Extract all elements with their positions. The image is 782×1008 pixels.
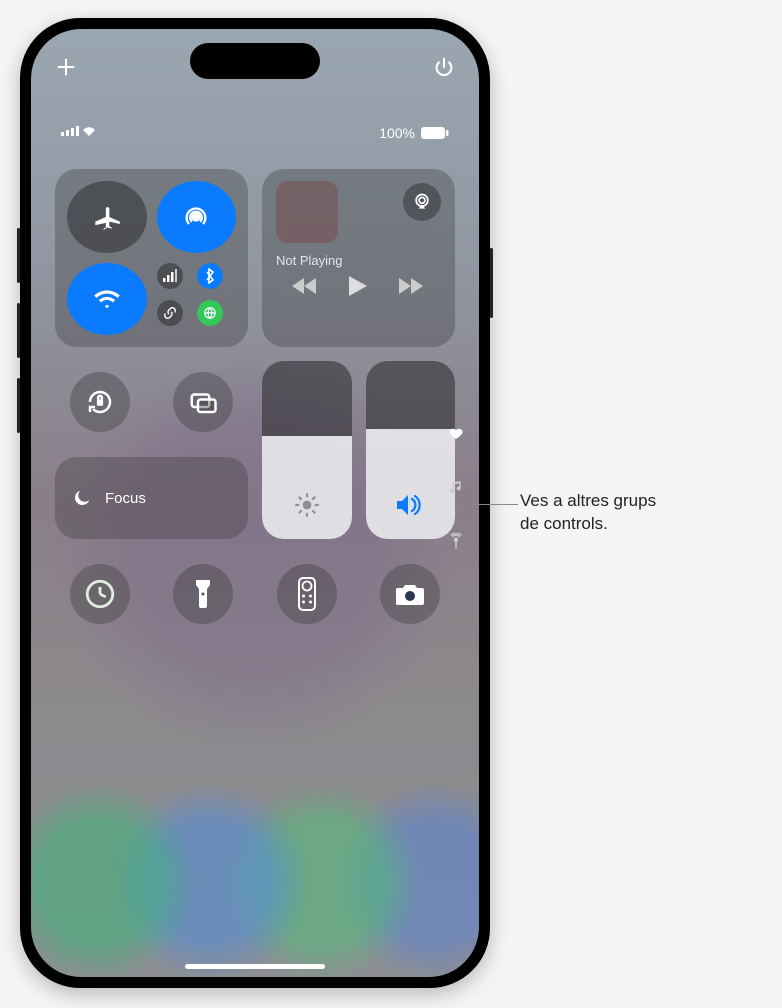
media-panel[interactable]: Not Playing — [262, 169, 455, 347]
wifi-toggle[interactable] — [67, 263, 147, 335]
screen: 100% — [31, 29, 479, 977]
battery-icon — [421, 126, 449, 140]
callout-line1: Ves a altres grups — [520, 491, 656, 510]
previous-track-button[interactable] — [292, 277, 318, 300]
flashlight-icon — [193, 578, 213, 610]
signal-wifi-icons — [61, 124, 115, 141]
volume-slider[interactable] — [366, 361, 456, 539]
brightness-slider[interactable] — [262, 361, 352, 539]
speaker-icon — [395, 492, 425, 523]
play-button[interactable] — [349, 276, 367, 301]
power-button[interactable] — [433, 56, 455, 78]
camera-icon — [394, 581, 426, 607]
backward-icon — [292, 277, 318, 295]
timer-tile[interactable] — [55, 553, 145, 635]
airplay-button[interactable] — [403, 183, 441, 221]
next-track-button[interactable] — [399, 277, 425, 300]
screen-mirroring-tile[interactable] — [159, 361, 249, 443]
iphone-frame: 100% — [20, 18, 490, 988]
airplane-mode-toggle[interactable] — [67, 181, 147, 253]
globe-icon — [203, 306, 217, 320]
brightness-fill — [262, 436, 352, 539]
connectivity-page-icon[interactable] — [447, 533, 465, 556]
satellite-toggle[interactable] — [197, 300, 223, 326]
control-center-grid: Not Playing Focus — [55, 169, 455, 635]
orientation-lock-icon — [85, 387, 115, 417]
focus-label: Focus — [105, 490, 146, 507]
apple-tv-remote-icon — [298, 577, 316, 611]
connectivity-mini-group[interactable] — [157, 263, 237, 335]
camera-tile[interactable] — [366, 553, 456, 635]
apple-tv-remote-tile[interactable] — [262, 553, 352, 635]
callout-leader-line — [460, 504, 518, 505]
bluetooth-icon — [204, 268, 216, 284]
moon-icon — [71, 487, 93, 509]
callout-line2: de controls. — [520, 514, 608, 533]
dynamic-island — [190, 43, 320, 79]
album-art-placeholder — [276, 181, 338, 243]
sun-icon — [294, 492, 320, 523]
play-icon — [349, 276, 367, 296]
airdrop-icon — [182, 203, 210, 231]
callout-text: Ves a altres grups de controls. — [520, 490, 656, 536]
cellular-icon — [163, 269, 177, 283]
favorites-page-icon[interactable] — [448, 425, 464, 446]
wifi-icon — [93, 285, 121, 313]
add-control-button[interactable] — [55, 56, 77, 78]
link-icon — [163, 306, 177, 320]
battery-percent: 100% — [379, 125, 415, 141]
now-playing-status: Not Playing — [276, 253, 441, 268]
cellular-toggle[interactable] — [157, 263, 183, 289]
music-page-icon[interactable] — [448, 478, 464, 501]
airplay-icon — [412, 192, 432, 212]
airplane-icon — [93, 203, 121, 231]
airdrop-toggle[interactable] — [157, 181, 237, 253]
hotspot-toggle[interactable] — [157, 300, 183, 326]
status-bar: 100% — [31, 124, 479, 141]
bluetooth-toggle[interactable] — [197, 263, 223, 289]
screen-mirroring-icon — [188, 387, 218, 417]
focus-tile[interactable]: Focus — [55, 457, 248, 539]
connectivity-panel[interactable] — [55, 169, 248, 347]
flashlight-tile[interactable] — [159, 553, 249, 635]
home-indicator[interactable] — [185, 964, 325, 969]
orientation-lock-tile[interactable] — [55, 361, 145, 443]
page-indicator[interactable] — [447, 425, 465, 556]
timer-icon — [83, 577, 117, 611]
forward-icon — [399, 277, 425, 295]
